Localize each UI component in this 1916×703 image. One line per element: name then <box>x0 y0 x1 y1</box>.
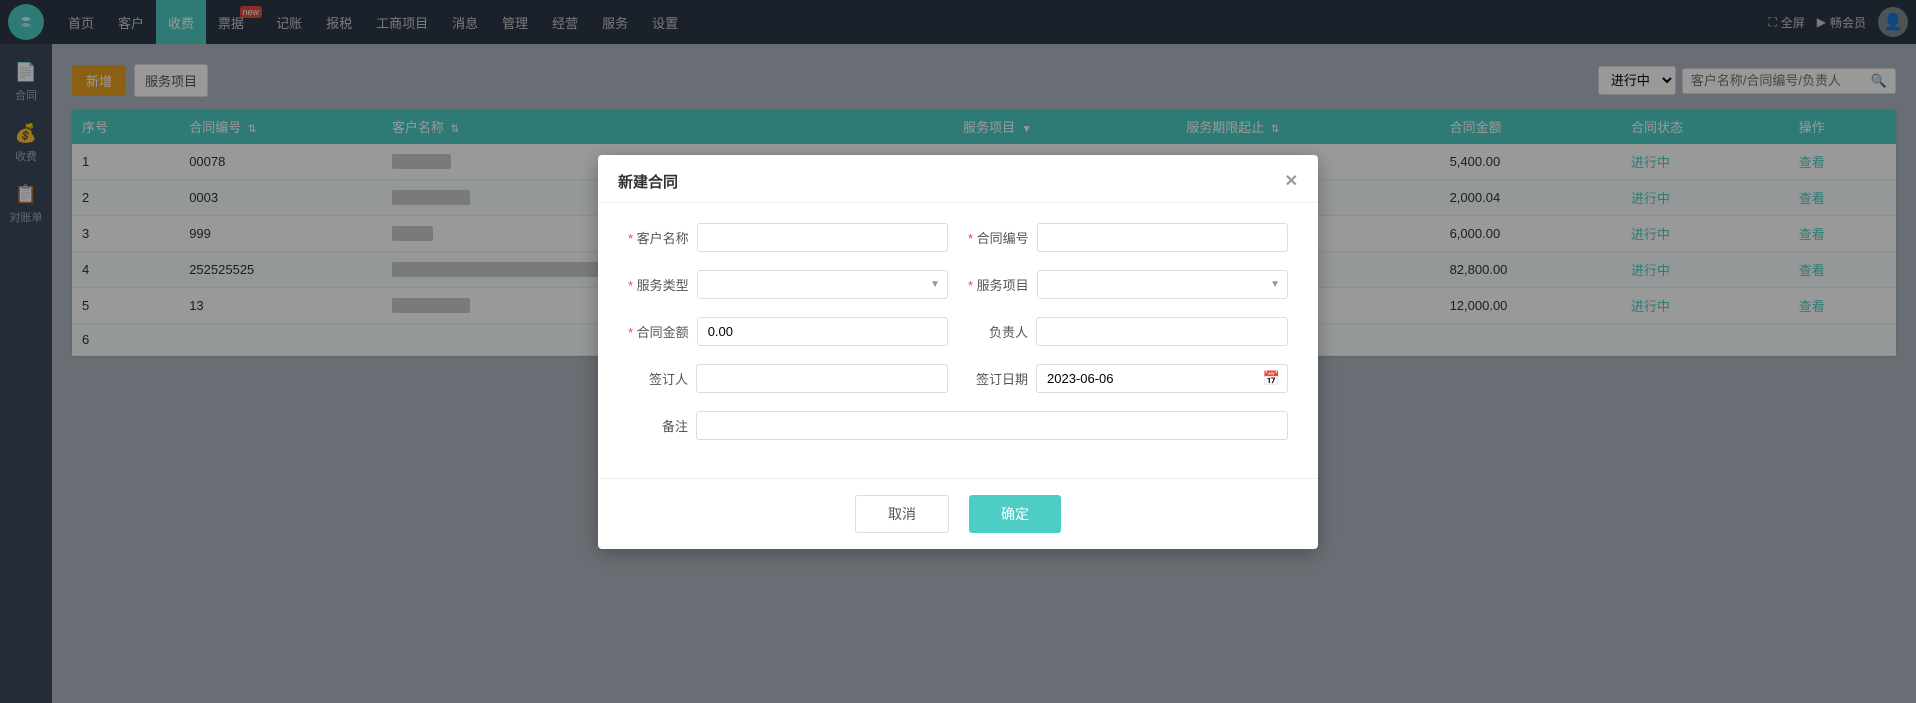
sign-date-label: 签订日期 <box>968 369 1028 388</box>
form-row-4: 签订人 签订日期 2023-06-06 📅 <box>628 364 1288 393</box>
form-row-3: 合同金额 0.00 负责人 <box>628 317 1288 346</box>
person-in-charge-input[interactable] <box>1036 317 1288 346</box>
modal-overlay: 新建合同 ✕ 客户名称 合同编号 <box>52 44 1916 703</box>
modal-footer: 取消 确定 <box>598 478 1318 549</box>
content-area: 新增 服务项目 进行中 已结束 全部 🔍 序号 <box>52 44 1916 703</box>
service-type-select[interactable] <box>697 270 948 299</box>
form-group-service-item: 服务项目 <box>968 270 1288 299</box>
cancel-button[interactable]: 取消 <box>855 495 949 533</box>
contract-no-input[interactable] <box>1037 223 1288 252</box>
sign-date-wrap: 2023-06-06 📅 <box>1036 364 1288 393</box>
service-item-label: 服务项目 <box>968 275 1029 294</box>
service-type-label: 服务类型 <box>628 275 689 294</box>
service-item-select-wrap <box>1037 270 1288 299</box>
customer-name-label: 客户名称 <box>628 228 689 247</box>
form-group-sign-date: 签订日期 2023-06-06 📅 <box>968 364 1288 393</box>
modal-title: 新建合同 <box>618 171 678 192</box>
form-row-1: 客户名称 合同编号 <box>628 223 1288 252</box>
form-group-signer: 签订人 <box>628 364 948 393</box>
service-type-select-wrap <box>697 270 948 299</box>
form-group-contract-no: 合同编号 <box>968 223 1288 252</box>
form-group-customer-name: 客户名称 <box>628 223 948 252</box>
confirm-button[interactable]: 确定 <box>969 495 1061 533</box>
form-row-2: 服务类型 服务项目 <box>628 270 1288 299</box>
signer-label: 签订人 <box>628 369 688 388</box>
customer-name-input[interactable] <box>697 223 948 252</box>
signer-input[interactable] <box>696 364 948 393</box>
form-row-5: 备注 <box>628 411 1288 440</box>
new-contract-modal: 新建合同 ✕ 客户名称 合同编号 <box>598 155 1318 549</box>
modal-body: 客户名称 合同编号 服务类型 <box>598 203 1318 478</box>
modal-close-button[interactable]: ✕ <box>1285 171 1298 191</box>
remark-input[interactable] <box>696 411 1288 440</box>
amount-input[interactable]: 0.00 <box>697 317 948 346</box>
amount-label: 合同金额 <box>628 322 689 341</box>
main-layout: 📄 合同 💰 收费 📋 对账单 新增 服务项目 进行中 已结束 全部 <box>0 44 1916 703</box>
modal-header: 新建合同 ✕ <box>598 155 1318 203</box>
person-in-charge-label: 负责人 <box>968 322 1028 341</box>
form-group-person-in-charge: 负责人 <box>968 317 1288 346</box>
form-group-remark: 备注 <box>628 411 1288 440</box>
calendar-icon[interactable]: 📅 <box>1263 370 1280 387</box>
contract-no-label: 合同编号 <box>968 228 1029 247</box>
remark-label: 备注 <box>628 416 688 435</box>
form-group-amount: 合同金额 0.00 <box>628 317 948 346</box>
form-group-service-type: 服务类型 <box>628 270 948 299</box>
service-item-select[interactable] <box>1037 270 1288 299</box>
sign-date-input[interactable]: 2023-06-06 <box>1036 364 1288 393</box>
